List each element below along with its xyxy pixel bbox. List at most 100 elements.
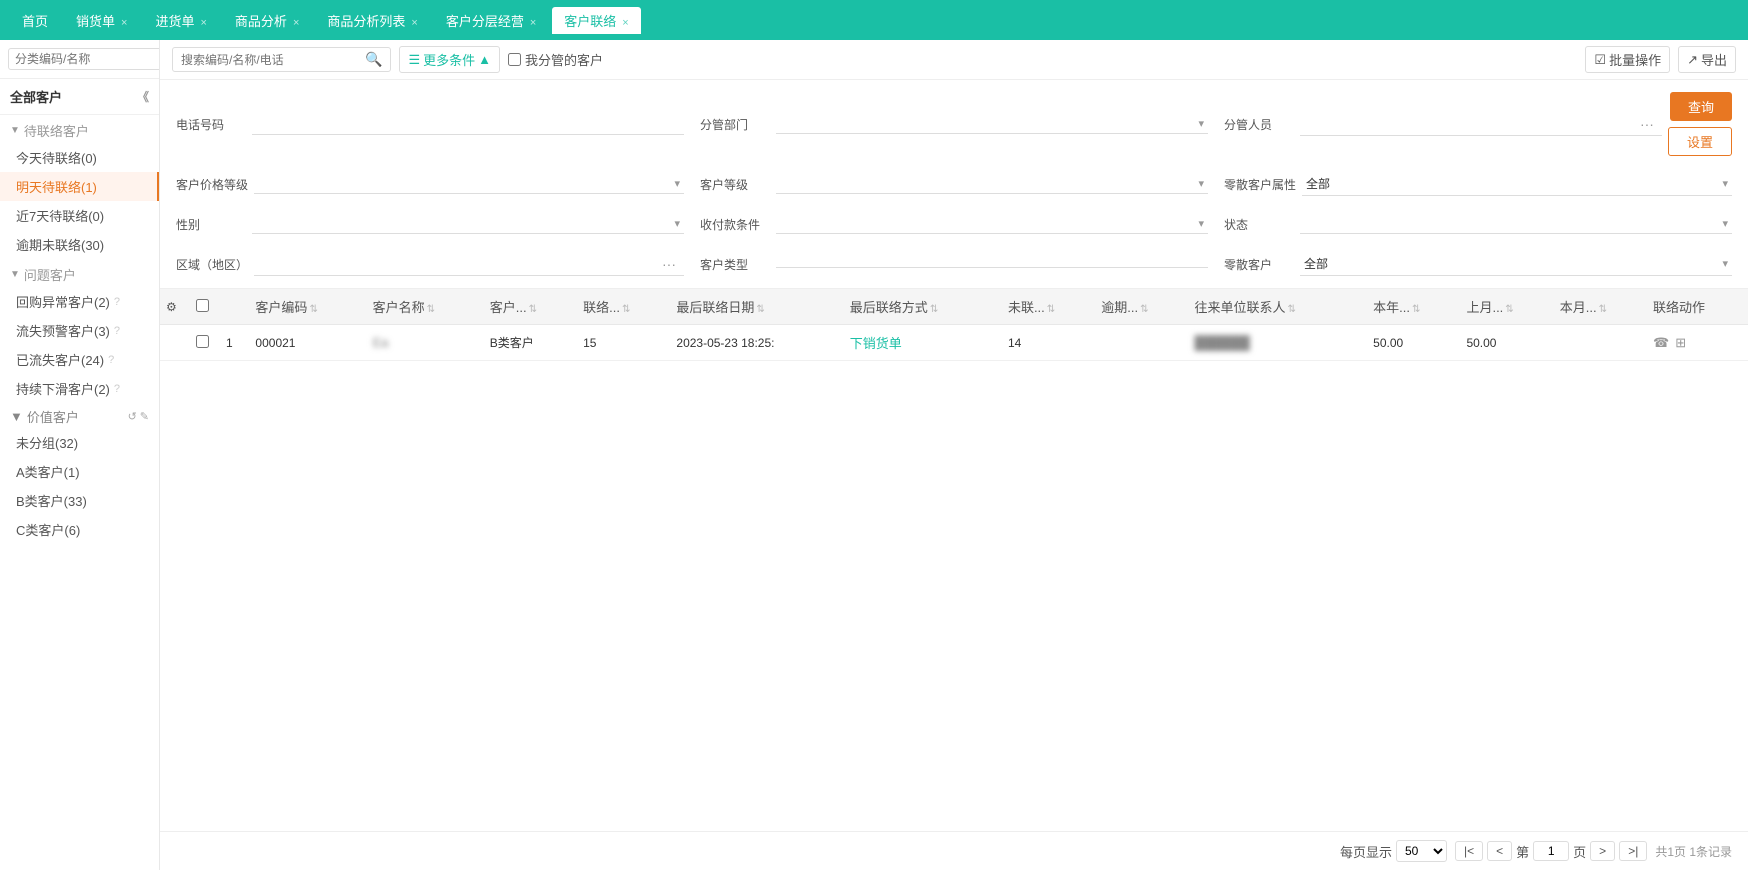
nav-item-customer-contact[interactable]: 客户联络× [552, 7, 640, 34]
batch-ops-button[interactable]: ☑ 批量操作 [1585, 46, 1670, 73]
td-this-year: 50.00 [1367, 325, 1460, 361]
filter-customer-type-select[interactable] [776, 261, 1208, 268]
page-input[interactable] [1533, 841, 1569, 861]
sidebar-item-tomorrow[interactable]: 明天待联络(1) [0, 172, 159, 201]
td-check[interactable] [190, 325, 220, 361]
sidebar-problem-section: ▼ 问题客户 回购异常客户(2) ? 流失预警客户(3) ? 已流失客户(24)… [0, 259, 159, 403]
th-type[interactable]: 客户...⇅ [484, 289, 577, 325]
filter-retail-customer-select[interactable]: 全部 ▾ [1300, 252, 1732, 276]
chevron-down-icon: ▾ [674, 177, 680, 190]
nav-item-sales[interactable]: 销货单× [64, 7, 139, 34]
sidebar-item-7days[interactable]: 近7天待联络(0) [0, 201, 159, 230]
filter-manager-row: 分管人员 ··· 查询 设置 [1224, 88, 1732, 160]
filter-status-select[interactable]: ▾ [1300, 214, 1732, 234]
help-icon: ? [114, 296, 120, 308]
query-button[interactable]: 查询 [1670, 92, 1732, 121]
action-phone-icon[interactable]: ☎ [1653, 335, 1669, 351]
filter-area-select[interactable]: ··· [254, 253, 684, 276]
nav-item-customer-segment[interactable]: 客户分层经营× [434, 7, 548, 34]
sidebar-item-b-class[interactable]: B类客户(33) [0, 486, 159, 515]
close-icon[interactable]: × [622, 17, 628, 29]
sidebar-item-declining[interactable]: 持续下滑客户(2) ? [0, 374, 159, 403]
filter-phone-input[interactable] [252, 114, 684, 135]
sidebar-item-overdue[interactable]: 逾期未联络(30) [0, 230, 159, 259]
sort-icon: ⇅ [622, 304, 630, 315]
help-icon: ? [114, 325, 120, 337]
row-checkbox[interactable] [196, 335, 209, 348]
sidebar-item-lost[interactable]: 已流失客户(24) ? [0, 345, 159, 374]
close-icon[interactable]: × [121, 17, 127, 29]
page-label: 第 [1516, 842, 1529, 861]
th-last-month[interactable]: 上月...⇅ [1460, 289, 1553, 325]
first-page-button[interactable]: |< [1455, 841, 1483, 861]
filter-gender-select[interactable]: ▾ [252, 214, 684, 234]
th-contact[interactable]: 联络...⇅ [577, 289, 670, 325]
sidebar-item-c-class[interactable]: C类客户(6) [0, 515, 159, 544]
more-conditions-button[interactable]: ☰ 更多条件 ▲ [399, 46, 500, 73]
dots-icon[interactable]: ··· [658, 256, 680, 272]
nav-item-purchase[interactable]: 进货单× [143, 7, 218, 34]
th-code[interactable]: 客户编码⇅ [249, 289, 366, 325]
prev-page-button[interactable]: < [1487, 841, 1512, 861]
dots-icon[interactable]: ··· [1636, 116, 1658, 132]
search-box: 🔍 [172, 47, 391, 72]
help-icon: ? [108, 354, 114, 366]
sidebar-item-repurchase[interactable]: 回购异常客户(2) ? [0, 287, 159, 316]
filter-customer-grade-select[interactable]: ▾ [776, 174, 1208, 194]
th-gear[interactable]: ⚙ [160, 289, 190, 325]
sort-icon: ⇅ [1140, 304, 1148, 315]
sidebar-search-input[interactable] [8, 48, 160, 70]
filter-icon: ☰ [408, 52, 420, 68]
last-method-link[interactable]: 下销货单 [850, 336, 902, 351]
edit-icon[interactable]: ✎ [140, 410, 149, 423]
select-all-checkbox[interactable] [196, 299, 209, 312]
filter-retail-attr-select[interactable]: 全部 ▾ [1302, 172, 1732, 196]
my-customers-check[interactable] [508, 53, 521, 66]
sort-icon: ⇅ [1412, 304, 1420, 315]
last-page-button[interactable]: >| [1619, 841, 1647, 861]
close-icon[interactable]: × [293, 17, 299, 29]
per-page-select[interactable]: 50 100 200 [1396, 840, 1447, 862]
th-this-year[interactable]: 本年...⇅ [1367, 289, 1460, 325]
close-icon[interactable]: × [411, 17, 417, 29]
filter-payment-select[interactable]: ▾ [776, 214, 1208, 234]
search-input[interactable] [181, 53, 361, 67]
filter-retail-customer-label: 零散客户 [1224, 256, 1294, 273]
main-layout: 🔍 全部客户 《 ▼ 待联络客户 今天待联络(0) 明天待联络(1) 近7天待联… [0, 40, 1748, 870]
sidebar-all-customers[interactable]: 全部客户 《 [0, 79, 159, 115]
filter-status-label: 状态 [1224, 216, 1294, 233]
th-unit-contact[interactable]: 往来单位联系人⇅ [1189, 289, 1368, 325]
chevron-up-icon: ▲ [478, 52, 491, 67]
next-page-button[interactable]: > [1590, 841, 1615, 861]
th-last-date[interactable]: 最后联络日期⇅ [670, 289, 843, 325]
th-last-method[interactable]: 最后联络方式⇅ [844, 289, 1002, 325]
action-qr-icon[interactable]: ⊞ [1675, 335, 1686, 351]
nav-item-analysis[interactable]: 商品分析× [223, 7, 311, 34]
th-not-contacted[interactable]: 未联...⇅ [1002, 289, 1095, 325]
td-last-method[interactable]: 下销货单 [844, 325, 1002, 361]
search-icon[interactable]: 🔍 [365, 51, 382, 68]
sidebar-item-today[interactable]: 今天待联络(0) [0, 143, 159, 172]
filter-dept-select[interactable]: ▾ [776, 114, 1208, 134]
filter-status-row: 状态 ▾ [1224, 208, 1732, 240]
my-customers-checkbox[interactable]: 我分管的客户 [508, 50, 603, 69]
export-button[interactable]: ↗ 导出 [1678, 46, 1736, 73]
th-this-month[interactable]: 本月...⇅ [1554, 289, 1647, 325]
nav-home[interactable]: 首页 [10, 7, 60, 34]
table-area: ⚙ 客户编码⇅ 客户名称⇅ 客户...⇅ 联络...⇅ 最后联络日期⇅ 最后联络… [160, 289, 1748, 831]
th-name[interactable]: 客户名称⇅ [367, 289, 484, 325]
sort-icon: ⇅ [1047, 304, 1055, 315]
sidebar-item-ungrouped[interactable]: 未分组(32) [0, 428, 159, 457]
filter-price-grade-select[interactable]: ▾ [254, 174, 684, 194]
settings-button[interactable]: 设置 [1668, 127, 1732, 156]
refresh-icon[interactable]: ↺ [128, 410, 137, 423]
close-icon[interactable]: × [530, 17, 536, 29]
sidebar-item-a-class[interactable]: A类客户(1) [0, 457, 159, 486]
th-check[interactable] [190, 289, 220, 325]
close-icon[interactable]: × [200, 17, 206, 29]
filter-retail-attr-row: 零散客户属性 全部 ▾ [1224, 168, 1732, 200]
sidebar-item-lost-warning[interactable]: 流失预警客户(3) ? [0, 316, 159, 345]
th-overdue[interactable]: 逾期...⇅ [1095, 289, 1188, 325]
filter-manager-select[interactable]: ··· [1300, 113, 1662, 136]
nav-item-analysis-list[interactable]: 商品分析列表× [315, 7, 429, 34]
